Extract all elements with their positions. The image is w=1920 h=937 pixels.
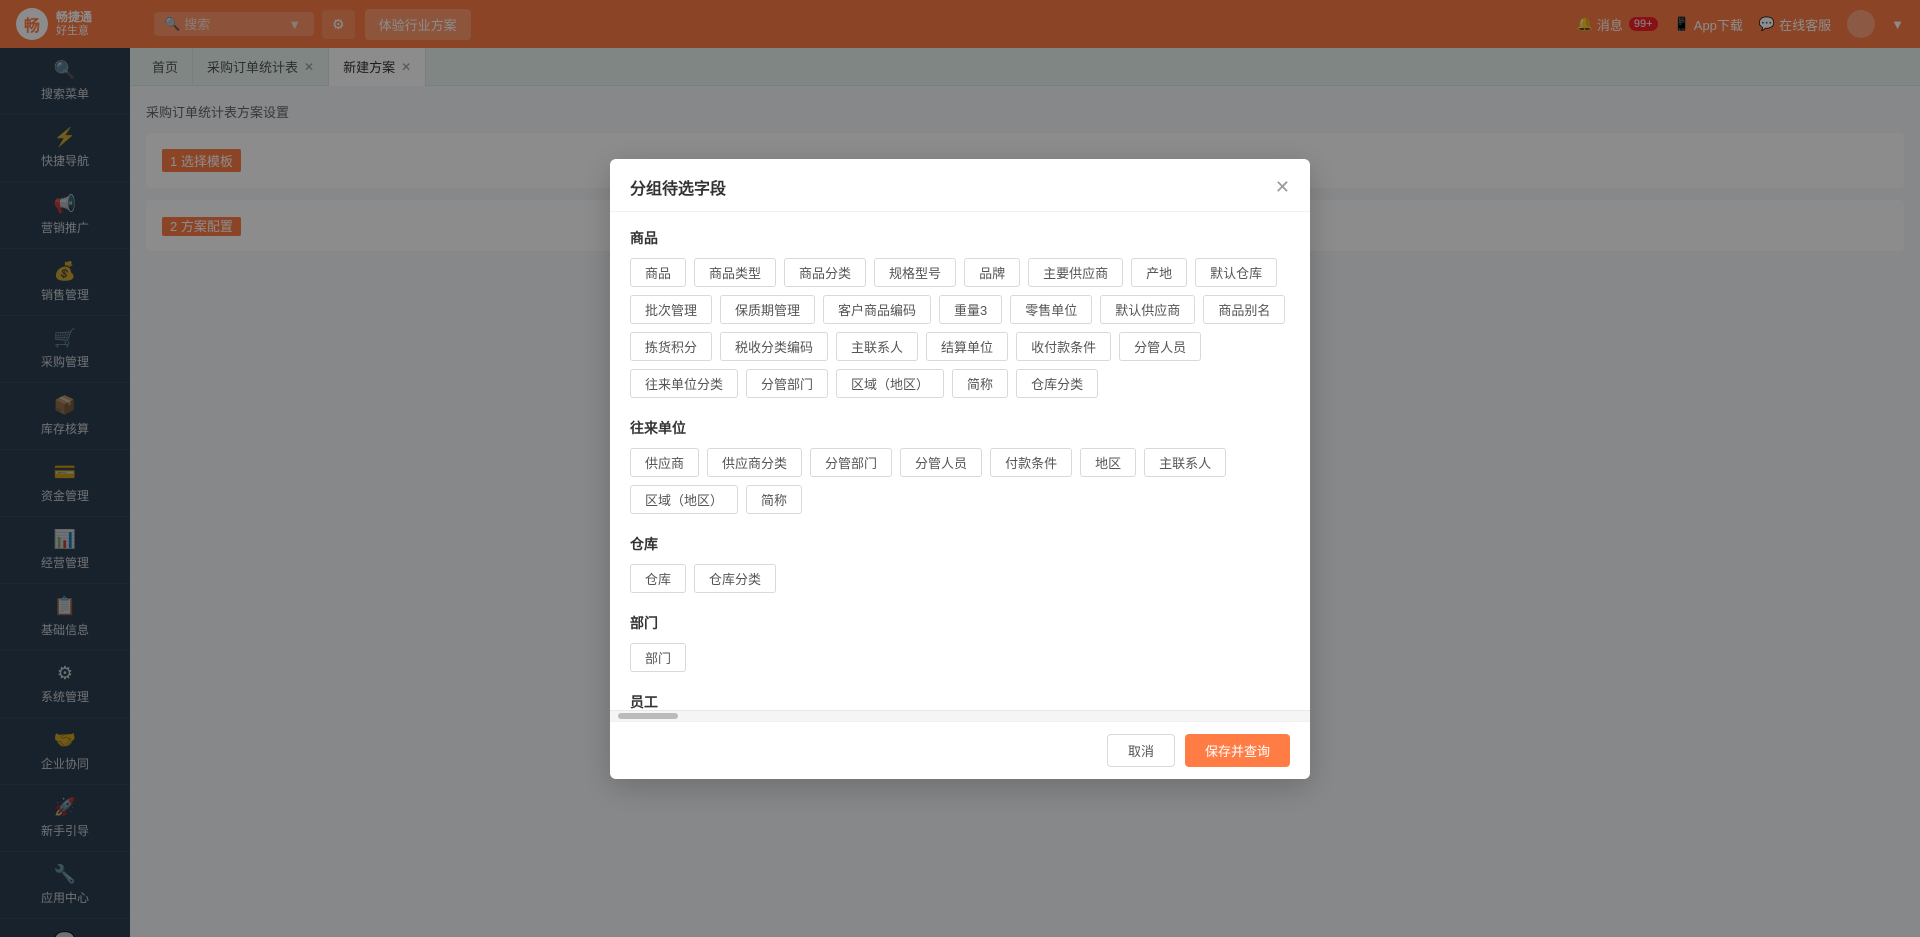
field-default-wh[interactable]: 默认仓库 (1195, 258, 1277, 287)
field-quality[interactable]: 保质期管理 (720, 295, 815, 324)
field-goods-type[interactable]: 商品类型 (694, 258, 776, 287)
field-retail-unit[interactable]: 零售单位 (1010, 295, 1092, 324)
field-supplier[interactable]: 供应商 (630, 448, 699, 477)
field-manager[interactable]: 分管人员 (1119, 332, 1201, 361)
hscroll-thumb[interactable] (618, 713, 678, 719)
field-origin[interactable]: 产地 (1131, 258, 1187, 287)
field-dept-person[interactable]: 分管人员 (900, 448, 982, 477)
section-dept: 部门 部门 (630, 613, 1290, 672)
section-partner: 往来单位 供应商 供应商分类 分管部门 分管人员 付款条件 地区 主联系人 区域… (630, 418, 1290, 514)
dept-field-tags: 部门 (630, 643, 1290, 672)
field-dept-managed[interactable]: 分管部门 (746, 369, 828, 398)
field-main-supplier[interactable]: 主要供应商 (1028, 258, 1123, 287)
field-dept2[interactable]: 分管部门 (810, 448, 892, 477)
modal-header: 分组待选字段 ✕ (610, 159, 1310, 212)
field-batch[interactable]: 批次管理 (630, 295, 712, 324)
field-short-name[interactable]: 简称 (952, 369, 1008, 398)
warehouse-field-tags: 仓库 仓库分类 (630, 564, 1290, 593)
modal-body: 商品 商品 商品类型 商品分类 规格型号 品牌 主要供应商 产地 默认仓库 批次… (610, 212, 1310, 710)
cancel-button[interactable]: 取消 (1107, 734, 1175, 767)
field-from-unit-cat[interactable]: 往来单位分类 (630, 369, 738, 398)
field-wh-category[interactable]: 仓库分类 (694, 564, 776, 593)
field-tax-code[interactable]: 税收分类编码 (720, 332, 828, 361)
field-pickup-score[interactable]: 拣货积分 (630, 332, 712, 361)
modal-dialog: 分组待选字段 ✕ 商品 商品 商品类型 商品分类 规格型号 品牌 主要供应商 产… (610, 159, 1310, 779)
field-short-name2[interactable]: 简称 (746, 485, 802, 514)
field-goods[interactable]: 商品 (630, 258, 686, 287)
field-default-supplier[interactable]: 默认供应商 (1100, 295, 1195, 324)
field-main-contact[interactable]: 主联系人 (836, 332, 918, 361)
field-spec-model[interactable]: 规格型号 (874, 258, 956, 287)
field-goods-alias[interactable]: 商品别名 (1203, 295, 1285, 324)
field-main-contact2[interactable]: 主联系人 (1144, 448, 1226, 477)
field-payment-terms[interactable]: 收付款条件 (1016, 332, 1111, 361)
section-goods-title: 商品 (630, 228, 1290, 248)
field-region[interactable]: 区域（地区） (836, 369, 944, 398)
field-region2[interactable]: 区域（地区） (630, 485, 738, 514)
field-brand[interactable]: 品牌 (964, 258, 1020, 287)
field-dept[interactable]: 部门 (630, 643, 686, 672)
modal-overlay: 分组待选字段 ✕ 商品 商品 商品类型 商品分类 规格型号 品牌 主要供应商 产… (0, 0, 1920, 937)
field-wh[interactable]: 仓库 (630, 564, 686, 593)
field-weight3[interactable]: 重量3 (939, 295, 1002, 324)
field-cust-code[interactable]: 客户商品编码 (823, 295, 931, 324)
save-query-button[interactable]: 保存并查询 (1185, 734, 1290, 767)
section-partner-title: 往来单位 (630, 418, 1290, 438)
modal-title: 分组待选字段 (630, 175, 726, 199)
partner-field-tags: 供应商 供应商分类 分管部门 分管人员 付款条件 地区 主联系人 区域（地区） … (630, 448, 1290, 514)
modal-close-button[interactable]: ✕ (1275, 178, 1290, 196)
modal-footer: 取消 保存并查询 (610, 721, 1310, 779)
field-payment-cond[interactable]: 付款条件 (990, 448, 1072, 477)
section-warehouse: 仓库 仓库 仓库分类 (630, 534, 1290, 593)
section-employee: 员工 业务员 (630, 692, 1290, 710)
field-supplier-cat[interactable]: 供应商分类 (707, 448, 802, 477)
field-settlement-unit[interactable]: 结算单位 (926, 332, 1008, 361)
section-warehouse-title: 仓库 (630, 534, 1290, 554)
section-dept-title: 部门 (630, 613, 1290, 633)
modal-horizontal-scrollbar[interactable] (610, 710, 1310, 721)
goods-field-tags: 商品 商品类型 商品分类 规格型号 品牌 主要供应商 产地 默认仓库 批次管理 … (630, 258, 1290, 398)
section-employee-title: 员工 (630, 692, 1290, 710)
field-goods-cat[interactable]: 商品分类 (784, 258, 866, 287)
field-wh-cat[interactable]: 仓库分类 (1016, 369, 1098, 398)
section-goods: 商品 商品 商品类型 商品分类 规格型号 品牌 主要供应商 产地 默认仓库 批次… (630, 228, 1290, 398)
field-area[interactable]: 地区 (1080, 448, 1136, 477)
